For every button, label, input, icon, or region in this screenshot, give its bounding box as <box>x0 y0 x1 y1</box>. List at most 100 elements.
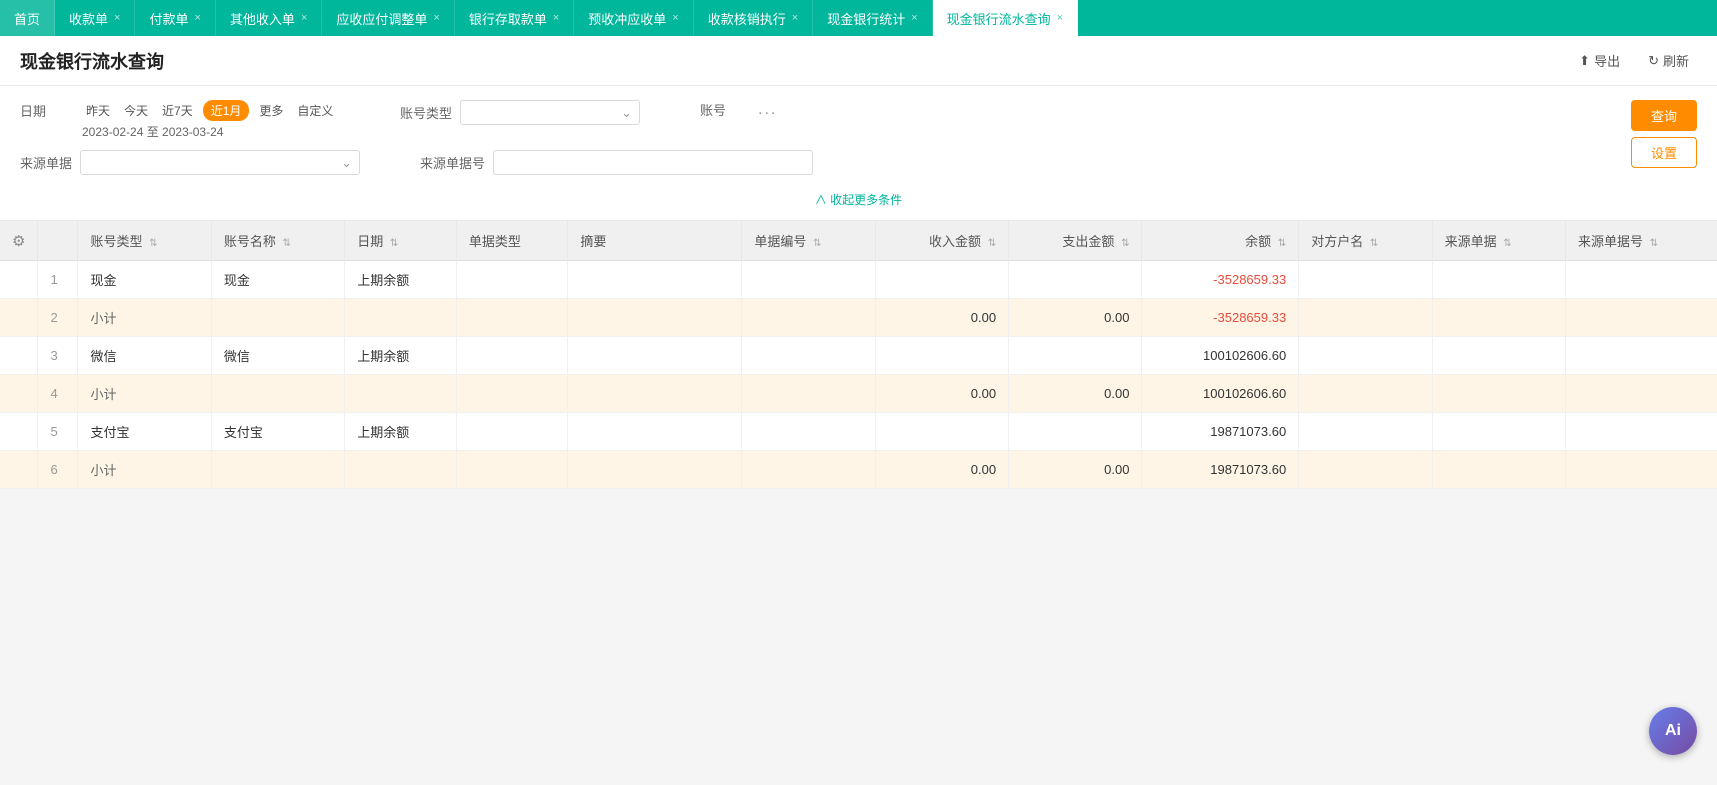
nav-advance-close[interactable]: × <box>672 12 678 24</box>
nav-receipt[interactable]: 收款单 × <box>55 0 135 36</box>
nav-ar-ap-close[interactable]: × <box>433 12 439 24</box>
nav-other-income[interactable]: 其他收入单 × <box>216 0 322 36</box>
row-doc-type-3 <box>456 375 568 413</box>
row-gear-1 <box>0 299 38 337</box>
th-income[interactable]: 收入金额 ⇅ <box>875 221 1008 261</box>
table-row: 2 小计 0.00 0.00 -3528659.33 <box>0 299 1717 337</box>
settings-button[interactable]: 设置 <box>1631 137 1697 168</box>
row-expense-1: 0.00 <box>1009 299 1142 337</box>
row-counterpart-2 <box>1299 337 1432 375</box>
source-doc-no-label: 来源单据号 <box>420 153 485 172</box>
nav-home[interactable]: 首页 <box>0 0 55 36</box>
row-doc-no-5 <box>742 451 875 489</box>
date-last1m[interactable]: 近1月 <box>203 100 250 121</box>
nav-cancel-exec[interactable]: 收款核销执行 × <box>694 0 813 36</box>
row-doc-type-0 <box>456 261 568 299</box>
row-balance-1: -3528659.33 <box>1142 299 1299 337</box>
row-balance-5: 19871073.60 <box>1142 451 1299 489</box>
row-doc-no-4 <box>742 413 875 451</box>
th-source-doc[interactable]: 来源单据 ⇅ <box>1432 221 1565 261</box>
top-nav: 首页 收款单 × 付款单 × 其他收入单 × 应收应付调整单 × 银行存取款单 … <box>0 0 1717 36</box>
table-container: ⚙ 账号类型 ⇅ 账号名称 ⇅ 日期 ⇅ 单据类型 <box>0 221 1717 489</box>
page-title: 现金银行流水查询 <box>20 48 164 74</box>
row-date-0: 上期余额 <box>345 261 457 299</box>
nav-other-income-close[interactable]: × <box>301 12 307 24</box>
date-yesterday[interactable]: 昨天 <box>82 100 114 121</box>
row-doc-type-1 <box>456 299 568 337</box>
nav-advance-label: 预收冲应收单 <box>588 9 666 28</box>
export-button[interactable]: ⬆ 导出 <box>1571 47 1628 74</box>
filter-actions: 查询 设置 <box>1631 100 1697 168</box>
row-income-1: 0.00 <box>875 299 1008 337</box>
row-source-doc-4 <box>1432 413 1565 451</box>
query-button[interactable]: 查询 <box>1631 100 1697 131</box>
th-account-type[interactable]: 账号类型 ⇅ <box>78 221 211 261</box>
nav-flow-label: 现金银行流水查询 <box>947 9 1051 28</box>
nav-receipt-close[interactable]: × <box>114 12 120 24</box>
table-row: 4 小计 0.00 0.00 100102606.60 <box>0 375 1717 413</box>
refresh-icon: ↻ <box>1648 53 1659 69</box>
row-account-type-0: 现金 <box>78 261 211 299</box>
date-shortcuts: 昨天 今天 近7天 近1月 更多 自定义 <box>82 100 337 121</box>
nav-flow-close[interactable]: × <box>1057 12 1063 24</box>
th-doc-no[interactable]: 单据编号 ⇅ <box>742 221 875 261</box>
row-income-2 <box>875 337 1008 375</box>
row-num-2: 3 <box>38 337 78 375</box>
date-today[interactable]: 今天 <box>120 100 152 121</box>
sort-counterpart-icon: ⇅ <box>1370 238 1378 249</box>
nav-advance-offset[interactable]: 预收冲应收单 × <box>574 0 693 36</box>
row-gear-4 <box>0 413 38 451</box>
th-account-name[interactable]: 账号名称 ⇅ <box>211 221 344 261</box>
source-doc-no-input[interactable] <box>493 150 813 175</box>
sort-expense-icon: ⇅ <box>1121 238 1129 249</box>
row-counterpart-5 <box>1299 451 1432 489</box>
collapse-bar[interactable]: ∧ 收起更多条件 <box>20 185 1697 212</box>
row-date-4: 上期余额 <box>345 413 457 451</box>
th-counterpart[interactable]: 对方户名 ⇅ <box>1299 221 1432 261</box>
th-source-doc-no[interactable]: 来源单据号 ⇅ <box>1565 221 1717 261</box>
nav-cash-bank-flow[interactable]: 现金银行流水查询 × <box>933 0 1078 36</box>
nav-bank-deposit[interactable]: 银行存取款单 × <box>455 0 574 36</box>
date-more[interactable]: 更多 <box>255 100 287 121</box>
source-doc-select[interactable] <box>80 150 360 175</box>
row-summary-4 <box>568 413 742 451</box>
th-date[interactable]: 日期 ⇅ <box>345 221 457 261</box>
nav-stat-close[interactable]: × <box>911 12 917 24</box>
sort-source-doc-no-icon: ⇅ <box>1650 238 1658 249</box>
nav-payment[interactable]: 付款单 × <box>135 0 215 36</box>
table-row: 6 小计 0.00 0.00 19871073.60 <box>0 451 1717 489</box>
nav-bank-deposit-close[interactable]: × <box>553 12 559 24</box>
account-ellipsis[interactable]: ... <box>758 101 777 119</box>
row-income-4 <box>875 413 1008 451</box>
date-label: 日期 <box>20 101 70 120</box>
row-date-2: 上期余额 <box>345 337 457 375</box>
row-counterpart-0 <box>1299 261 1432 299</box>
nav-bank-deposit-label: 银行存取款单 <box>469 9 547 28</box>
account-type-select[interactable]: 现金 微信 支付宝 银行 <box>460 100 640 125</box>
nav-ar-ap-adjust[interactable]: 应收应付调整单 × <box>322 0 454 36</box>
row-balance-2: 100102606.60 <box>1142 337 1299 375</box>
th-expense[interactable]: 支出金额 ⇅ <box>1009 221 1142 261</box>
row-balance-0: -3528659.33 <box>1142 261 1299 299</box>
ai-assistant-button[interactable]: Ai <box>1649 707 1697 755</box>
th-balance[interactable]: 余额 ⇅ <box>1142 221 1299 261</box>
date-custom[interactable]: 自定义 <box>293 100 337 121</box>
nav-home-label: 首页 <box>14 9 40 28</box>
row-num-5: 6 <box>38 451 78 489</box>
row-income-3: 0.00 <box>875 375 1008 413</box>
date-last7[interactable]: 近7天 <box>158 100 197 121</box>
gear-icon[interactable]: ⚙ <box>12 233 25 250</box>
nav-payment-close[interactable]: × <box>194 12 200 24</box>
nav-cash-bank-stat[interactable]: 现金银行统计 × <box>813 0 932 36</box>
row-date-5 <box>345 451 457 489</box>
nav-receipt-label: 收款单 <box>69 9 108 28</box>
refresh-button[interactable]: ↻ 刷新 <box>1640 47 1697 74</box>
row-doc-type-5 <box>456 451 568 489</box>
row-account-type-1: 小计 <box>78 299 211 337</box>
row-gear-0 <box>0 261 38 299</box>
export-icon: ⬆ <box>1579 53 1590 69</box>
refresh-label: 刷新 <box>1663 51 1689 70</box>
nav-other-income-label: 其他收入单 <box>230 9 295 28</box>
nav-cancel-close[interactable]: × <box>792 12 798 24</box>
date-range: 2023-02-24 至 2023-03-24 <box>82 125 223 139</box>
